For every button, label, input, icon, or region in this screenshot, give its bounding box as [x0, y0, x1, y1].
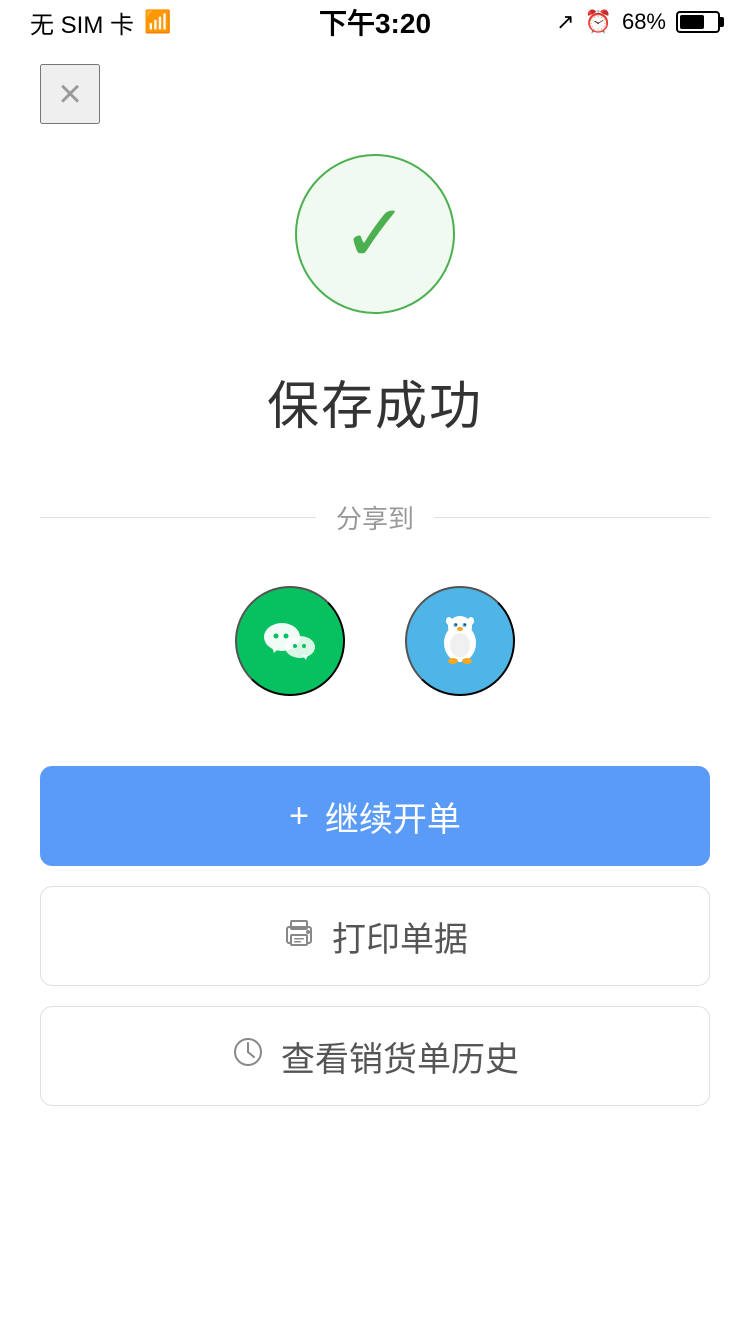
divider-left — [40, 517, 316, 518]
page-content: × ✓ 保存成功 分享到 — [0, 44, 750, 1106]
status-right: ↗ ⏰ 68% — [556, 9, 720, 35]
success-circle: ✓ — [295, 154, 455, 314]
divider-right — [434, 517, 710, 518]
print-button[interactable]: 打印单据 — [40, 886, 710, 986]
location-icon: ↗ — [556, 9, 574, 35]
close-button[interactable]: × — [40, 64, 100, 124]
share-label: 分享到 — [336, 499, 414, 536]
status-time: 下午3:20 — [319, 2, 431, 42]
close-icon: × — [58, 74, 81, 114]
print-label: 打印单据 — [332, 912, 468, 961]
alarm-icon: ⏰ — [585, 9, 612, 35]
history-button[interactable]: 查看销货单历史 — [40, 1006, 710, 1106]
wechat-share-button[interactable] — [235, 586, 345, 696]
continue-label: 继续开单 — [325, 792, 461, 841]
no-sim-label: 无 SIM 卡 — [30, 5, 134, 40]
status-left: 无 SIM 卡 📶 — [30, 5, 171, 40]
share-icons — [235, 586, 515, 696]
qq-share-button[interactable] — [405, 586, 515, 696]
battery-percent: 68% — [622, 9, 666, 35]
checkmark-icon: ✓ — [341, 194, 408, 274]
wifi-icon: 📶 — [144, 9, 171, 35]
share-divider: 分享到 — [40, 499, 710, 536]
qq-icon — [428, 609, 493, 674]
action-buttons: + 继续开单 打印单据 — [40, 766, 710, 1106]
battery-icon — [676, 11, 720, 33]
history-icon — [231, 1035, 265, 1078]
history-label: 查看销货单历史 — [281, 1032, 519, 1081]
continue-button[interactable]: + 继续开单 — [40, 766, 710, 866]
success-title: 保存成功 — [267, 364, 483, 439]
status-bar: 无 SIM 卡 📶 下午3:20 ↗ ⏰ 68% — [0, 0, 750, 44]
plus-icon: + — [289, 797, 309, 836]
wechat-icon — [258, 609, 323, 674]
print-icon — [282, 915, 316, 958]
